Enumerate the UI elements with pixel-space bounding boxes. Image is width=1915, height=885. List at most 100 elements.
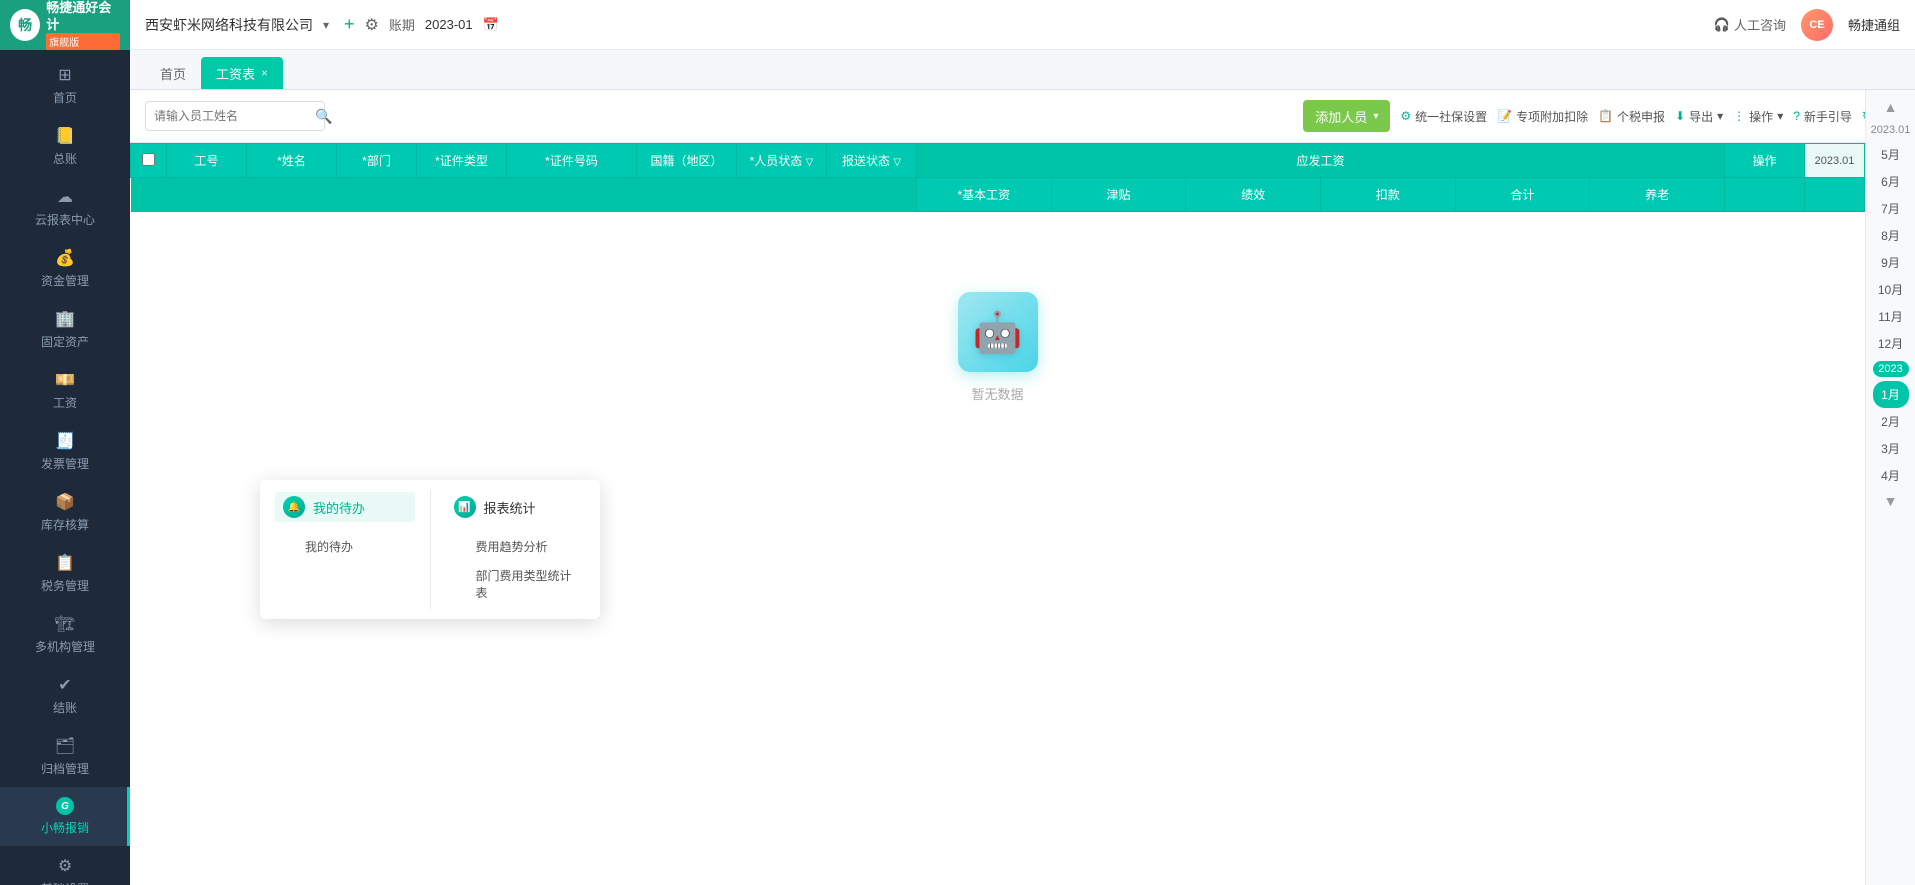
timeline-year-2023: 2023 bbox=[1873, 361, 1909, 377]
timeline-month-2[interactable]: 2月 bbox=[1866, 408, 1915, 435]
timeline-month-11[interactable]: 11月 bbox=[1866, 303, 1915, 330]
sidebar-label-cloud-report: 云报表中心 bbox=[35, 211, 95, 228]
th-total: 合计 bbox=[1455, 178, 1590, 212]
add-person-button[interactable]: 添加人员 ▾ bbox=[1303, 100, 1390, 132]
sidebar: 畅 畅捷通好会计 旗舰版 ⊞ 首页 📒 总账 ☁ 云报表中心 💰 资金管理 🏢 … bbox=[0, 0, 130, 885]
th-bonus: 绩效 bbox=[1186, 178, 1321, 212]
popup-section-1-title[interactable]: 🔔 我的待办 bbox=[275, 492, 415, 522]
th-report-status: 报送状态 ▽ bbox=[827, 144, 917, 178]
sidebar-item-archive[interactable]: 🗂 归档管理 bbox=[0, 726, 130, 787]
tax-button[interactable]: 📋 个税申报 bbox=[1598, 108, 1665, 125]
settings-button[interactable]: ⚙ bbox=[365, 15, 379, 35]
th-name: *姓名 bbox=[247, 144, 337, 178]
archive-icon: 🗂 bbox=[55, 736, 75, 756]
sidebar-label-fund: 资金管理 bbox=[41, 272, 89, 289]
tab-home[interactable]: 首页 bbox=[145, 57, 201, 89]
headset-icon: 🎧 bbox=[1714, 17, 1730, 33]
empty-state-row: 🤖 暂无数据 bbox=[131, 212, 1865, 484]
sidebar-item-tax[interactable]: 📋 税务管理 bbox=[0, 543, 130, 604]
sidebar-item-basic-settings[interactable]: ⚙ 基础设置 bbox=[0, 846, 130, 885]
add-company-button[interactable]: + bbox=[344, 14, 355, 35]
sidebar-label-home: 首页 bbox=[53, 89, 77, 106]
empty-text: 暂无数据 bbox=[971, 384, 1023, 403]
sidebar-item-checkout[interactable]: ✔ 结账 bbox=[0, 665, 130, 726]
invoice-icon: 🧾 bbox=[55, 431, 75, 451]
th-deduct: 扣款 bbox=[1320, 178, 1455, 212]
th-dept: *部门 bbox=[337, 144, 417, 178]
app-logo: 畅 畅捷通好会计 旗舰版 bbox=[0, 0, 130, 50]
search-box[interactable]: 🔍 bbox=[145, 101, 325, 131]
toolbar-right: 添加人员 ▾ ⚙ 统一社保设置 📝 专项附加扣除 📋 个税申报 ⬇ 导出 bbox=[1303, 100, 1900, 132]
service-button[interactable]: 🎧 人工咨询 bbox=[1714, 15, 1786, 34]
logo-text-block: 畅捷通好会计 旗舰版 bbox=[46, 0, 120, 50]
timeline-up-arrow[interactable]: ▲ bbox=[1880, 95, 1902, 119]
sidebar-item-cloud-report[interactable]: ☁ 云报表中心 bbox=[0, 177, 130, 238]
popup-item-cost-trend[interactable]: 费用趋势分析 bbox=[446, 532, 586, 561]
company-dropdown-icon[interactable]: ▾ bbox=[323, 18, 329, 32]
sidebar-label-archive: 归档管理 bbox=[41, 760, 89, 777]
timeline-month-5[interactable]: 5月 bbox=[1866, 141, 1915, 168]
export-button[interactable]: ⬇ 导出 ▾ bbox=[1675, 108, 1723, 125]
popup-item-mytodo[interactable]: 我的待办 bbox=[275, 532, 415, 561]
building-icon: 🏢 bbox=[55, 309, 75, 329]
tab-close-button[interactable]: × bbox=[261, 66, 268, 80]
timeline-month-7[interactable]: 7月 bbox=[1866, 195, 1915, 222]
sidebar-item-invoice[interactable]: 🧾 发票管理 bbox=[0, 421, 130, 482]
tab-salary[interactable]: 工资表 × bbox=[201, 57, 283, 89]
ledger-icon: 📒 bbox=[55, 126, 75, 146]
social-insurance-button[interactable]: ⚙ 统一社保设置 bbox=[1400, 108, 1487, 125]
sidebar-nav: ⊞ 首页 📒 总账 ☁ 云报表中心 💰 资金管理 🏢 固定资产 💴 工资 🧾 发… bbox=[0, 50, 130, 885]
timeline-month-3[interactable]: 3月 bbox=[1866, 435, 1915, 462]
popup-section-2-title[interactable]: 📊 报表统计 bbox=[446, 492, 586, 522]
timeline-month-6[interactable]: 6月 bbox=[1866, 168, 1915, 195]
tab-home-label: 首页 bbox=[160, 64, 186, 83]
search-input[interactable] bbox=[154, 109, 309, 123]
operation-button[interactable]: ⋮ 操作 ▾ bbox=[1733, 108, 1783, 125]
calendar-icon[interactable]: 📅 bbox=[483, 17, 499, 33]
topbar: 西安虾米网络科技有限公司 ▾ + ⚙ 账期 2023-01 📅 🎧 人工咨询 C… bbox=[130, 0, 1915, 50]
special-deduction-button[interactable]: 📝 专项附加扣除 bbox=[1497, 108, 1588, 125]
search-icon: 🔍 bbox=[315, 108, 332, 125]
sidebar-item-xiaochang[interactable]: G 小畅报销 bbox=[0, 787, 130, 846]
sidebar-label-checkout: 结账 bbox=[53, 699, 77, 716]
sidebar-item-fund[interactable]: 💰 资金管理 bbox=[0, 238, 130, 299]
popup-section-2: 📊 报表统计 费用趋势分析 部门费用类型统计表 bbox=[431, 480, 601, 619]
select-all-checkbox[interactable] bbox=[142, 153, 155, 166]
timeline-month-8[interactable]: 8月 bbox=[1866, 222, 1915, 249]
th-salary-group: 应发工资 bbox=[917, 144, 1725, 178]
topbar-right: 🎧 人工咨询 CE 畅捷通组 bbox=[1714, 9, 1900, 41]
xiaochang-icon: G bbox=[56, 797, 74, 815]
timeline-month-10[interactable]: 10月 bbox=[1866, 276, 1915, 303]
th-id: 工号 bbox=[167, 144, 247, 178]
th-checkbox[interactable] bbox=[131, 144, 167, 178]
export-icon: ⬇ bbox=[1675, 109, 1685, 123]
sidebar-item-fixed-assets[interactable]: 🏢 固定资产 bbox=[0, 299, 130, 360]
app-name: 畅捷通好会计 bbox=[46, 0, 120, 33]
popup-item-dept-cost[interactable]: 部门费用类型统计表 bbox=[446, 561, 586, 607]
popup-section-1: 🔔 我的待办 我的待办 bbox=[260, 480, 430, 619]
sidebar-item-inventory[interactable]: 📦 库存核算 bbox=[0, 482, 130, 543]
salary-table: 工号 *姓名 *部门 *证件类型 *证件号码 国籍（地区） *人员状态 ▽ 报送… bbox=[130, 143, 1865, 483]
filter-icon[interactable]: ▽ bbox=[806, 157, 814, 168]
tab-salary-label: 工资表 bbox=[216, 64, 255, 83]
app-edition: 旗舰版 bbox=[46, 33, 120, 50]
sidebar-item-ledger[interactable]: 📒 总账 bbox=[0, 116, 130, 177]
timeline-month-1-active[interactable]: 1月 bbox=[1873, 381, 1909, 408]
filter-icon2[interactable]: ▽ bbox=[893, 157, 901, 168]
inventory-icon: 📦 bbox=[55, 492, 75, 512]
guide-icon: ? bbox=[1793, 109, 1800, 123]
guide-button[interactable]: ? 新手引导 bbox=[1793, 108, 1852, 125]
timeline-month-12[interactable]: 12月 bbox=[1866, 330, 1915, 357]
operation-icon: ⋮ bbox=[1733, 109, 1745, 123]
todo-icon: 🔔 bbox=[283, 496, 305, 518]
empty-icon: 🤖 bbox=[958, 292, 1038, 372]
th-country: 国籍（地区） bbox=[637, 144, 737, 178]
sidebar-item-salary[interactable]: 💴 工资 bbox=[0, 360, 130, 421]
export-arrow-icon: ▾ bbox=[1717, 109, 1723, 123]
th-subsidy: 津贴 bbox=[1051, 178, 1186, 212]
sidebar-item-multi-org[interactable]: 🏗 多机构管理 bbox=[0, 604, 130, 665]
sidebar-item-home[interactable]: ⊞ 首页 bbox=[0, 55, 130, 116]
timeline-month-9[interactable]: 9月 bbox=[1866, 249, 1915, 276]
settings-icon: ⚙ bbox=[58, 856, 72, 876]
popup-section-1-label: 我的待办 bbox=[313, 498, 365, 517]
